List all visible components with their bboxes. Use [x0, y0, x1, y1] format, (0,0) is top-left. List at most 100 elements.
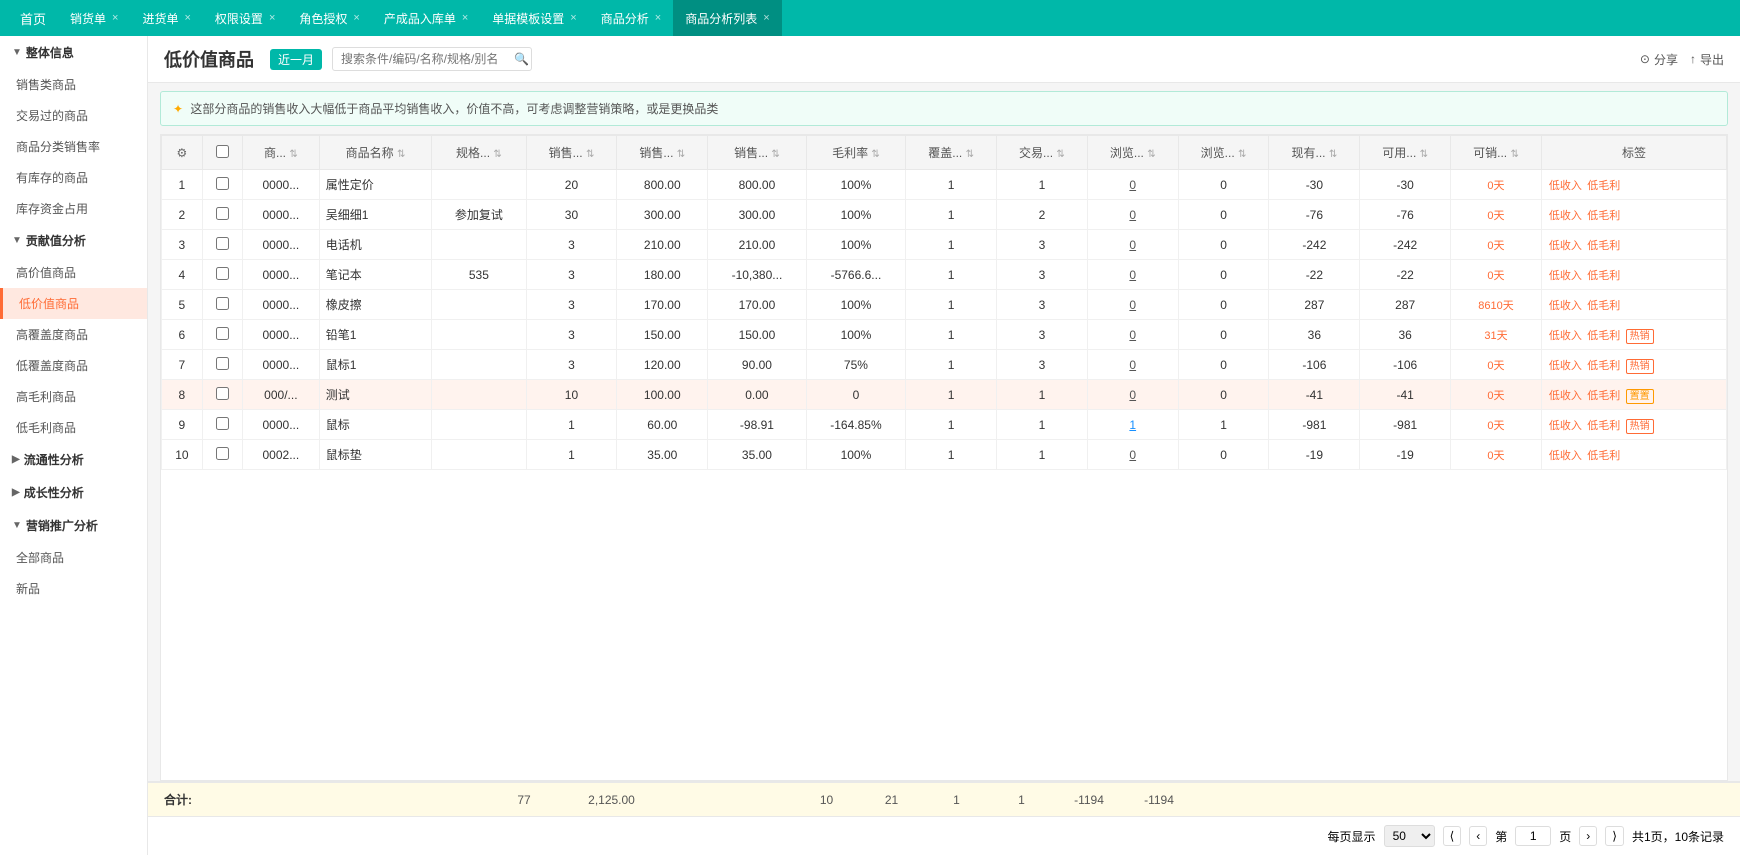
- col-transactions[interactable]: 交易... ⇅: [997, 136, 1088, 170]
- cell-checkbox[interactable]: [202, 170, 242, 200]
- nav-purchase[interactable]: 进货单 ×: [130, 0, 202, 36]
- views-link[interactable]: 0: [1129, 238, 1136, 252]
- col-sales-count[interactable]: 销售... ⇅: [526, 136, 617, 170]
- sidebar-item-all-goods[interactable]: 全部商品: [0, 542, 147, 573]
- export-button[interactable]: ↑ 导出: [1690, 51, 1724, 68]
- page-number-input[interactable]: [1515, 826, 1551, 846]
- col-name[interactable]: 商品名称 ⇅: [319, 136, 431, 170]
- next-page-button[interactable]: ›: [1579, 826, 1597, 846]
- cell-checkbox[interactable]: [202, 260, 242, 290]
- col-spec[interactable]: 规格... ⇅: [432, 136, 526, 170]
- views-link[interactable]: 0: [1129, 358, 1136, 372]
- cell-checkbox[interactable]: [202, 200, 242, 230]
- cell-checkbox[interactable]: [202, 440, 242, 470]
- row-checkbox[interactable]: [216, 447, 229, 460]
- sidebar-item-traded-goods[interactable]: 交易过的商品: [0, 100, 147, 131]
- tag-hot[interactable]: 热销: [1626, 329, 1654, 344]
- cell-views1: 0: [1087, 260, 1178, 290]
- nav-sales[interactable]: 销货单 ×: [58, 0, 130, 36]
- sidebar-item-high-value[interactable]: 高价值商品: [0, 257, 147, 288]
- sidebar-item-high-coverage[interactable]: 高覆盖度商品: [0, 319, 147, 350]
- row-checkbox[interactable]: [216, 267, 229, 280]
- row-checkbox[interactable]: [216, 387, 229, 400]
- views-link[interactable]: 0: [1129, 448, 1136, 462]
- sidebar-group-circulation[interactable]: ▶ 流通性分析: [0, 443, 147, 476]
- nav-templates[interactable]: 单据模板设置 ×: [480, 0, 588, 36]
- col-views1[interactable]: 浏览... ⇅: [1087, 136, 1178, 170]
- cell-checkbox[interactable]: [202, 290, 242, 320]
- tag-hot[interactable]: 热销: [1626, 359, 1654, 374]
- sidebar-group-contribution[interactable]: ▼ 贡献值分析: [0, 224, 147, 257]
- settings-icon[interactable]: ⚙: [176, 146, 187, 160]
- row-checkbox[interactable]: [216, 177, 229, 190]
- sidebar-item-stock-goods[interactable]: 有库存的商品: [0, 162, 147, 193]
- views-link[interactable]: 0: [1129, 388, 1136, 402]
- search-icon[interactable]: 🔍: [514, 52, 529, 66]
- row-checkbox[interactable]: [216, 327, 229, 340]
- row-checkbox[interactable]: [216, 237, 229, 250]
- col-settings[interactable]: ⚙: [162, 136, 203, 170]
- cell-checkbox[interactable]: [202, 350, 242, 380]
- row-checkbox[interactable]: [216, 297, 229, 310]
- close-icon[interactable]: ×: [655, 12, 661, 24]
- sidebar-item-category-rate[interactable]: 商品分类销售率: [0, 131, 147, 162]
- cell-checkbox[interactable]: [202, 320, 242, 350]
- col-sales-avg[interactable]: 销售... ⇅: [708, 136, 806, 170]
- tag-hot[interactable]: 热销: [1626, 419, 1654, 434]
- cell-checkbox[interactable]: [202, 380, 242, 410]
- select-all-checkbox[interactable]: [216, 145, 229, 158]
- cell-checkbox[interactable]: [202, 410, 242, 440]
- nav-roles[interactable]: 角色授权 ×: [287, 0, 371, 36]
- close-icon[interactable]: ×: [353, 12, 359, 24]
- sidebar-group-growth[interactable]: ▶ 成长性分析: [0, 476, 147, 509]
- tag-special[interactable]: 置置: [1626, 389, 1654, 404]
- close-icon[interactable]: ×: [570, 12, 576, 24]
- sidebar-group-marketing[interactable]: ▼ 营销推广分析: [0, 509, 147, 542]
- sidebar-item-low-margin[interactable]: 低毛利商品: [0, 412, 147, 443]
- first-page-button[interactable]: ⟨: [1443, 826, 1462, 846]
- col-checkbox[interactable]: [202, 136, 242, 170]
- views-link[interactable]: 0: [1129, 178, 1136, 192]
- close-icon[interactable]: ×: [184, 12, 190, 24]
- cell-sales-count: 1: [526, 410, 617, 440]
- row-checkbox[interactable]: [216, 207, 229, 220]
- sidebar-item-stock-fund[interactable]: 库存资金占用: [0, 193, 147, 224]
- close-icon[interactable]: ×: [462, 12, 468, 24]
- sidebar-item-new-goods[interactable]: 新品: [0, 573, 147, 604]
- share-button[interactable]: ⊙ 分享: [1640, 51, 1678, 68]
- cell-checkbox[interactable]: [202, 230, 242, 260]
- views-link[interactable]: 1: [1129, 418, 1136, 432]
- search-input[interactable]: [332, 47, 532, 71]
- col-sales-amount[interactable]: 销售... ⇅: [617, 136, 708, 170]
- nav-home[interactable]: 首页: [8, 0, 58, 36]
- close-icon[interactable]: ×: [112, 12, 118, 24]
- col-available[interactable]: 可用... ⇅: [1360, 136, 1451, 170]
- col-views2[interactable]: 浏览... ⇅: [1178, 136, 1269, 170]
- page-size-select[interactable]: 50 100 200: [1384, 825, 1435, 847]
- sidebar-group-overall[interactable]: ▼ 整体信息: [0, 36, 147, 69]
- row-checkbox[interactable]: [216, 417, 229, 430]
- row-checkbox[interactable]: [216, 357, 229, 370]
- close-icon[interactable]: ×: [269, 12, 275, 24]
- sidebar-item-high-margin[interactable]: 高毛利商品: [0, 381, 147, 412]
- views-link[interactable]: 0: [1129, 208, 1136, 222]
- col-margin-rate[interactable]: 毛利率 ⇅: [806, 136, 906, 170]
- close-icon[interactable]: ×: [763, 12, 769, 24]
- nav-analysis[interactable]: 商品分析 ×: [589, 0, 673, 36]
- sidebar-item-low-value[interactable]: 低价值商品: [0, 288, 147, 319]
- col-code[interactable]: 商... ⇅: [242, 136, 319, 170]
- nav-production[interactable]: 产成品入库单 ×: [372, 0, 480, 36]
- col-coverage[interactable]: 覆盖... ⇅: [906, 136, 997, 170]
- prev-page-button[interactable]: ‹: [1469, 826, 1487, 846]
- nav-permissions[interactable]: 权限设置 ×: [203, 0, 287, 36]
- views-link[interactable]: 0: [1129, 328, 1136, 342]
- views-link[interactable]: 0: [1129, 298, 1136, 312]
- sidebar-item-low-coverage[interactable]: 低覆盖度商品: [0, 350, 147, 381]
- last-page-button[interactable]: ⟩: [1605, 826, 1624, 846]
- sidebar-item-sales-goods[interactable]: 销售类商品: [0, 69, 147, 100]
- col-current-stock[interactable]: 现有... ⇅: [1269, 136, 1360, 170]
- nav-analysis-list[interactable]: 商品分析列表 ×: [673, 0, 781, 36]
- time-filter-button[interactable]: 近一月: [270, 49, 322, 70]
- col-saleable[interactable]: 可销... ⇅: [1451, 136, 1542, 170]
- views-link[interactable]: 0: [1129, 268, 1136, 282]
